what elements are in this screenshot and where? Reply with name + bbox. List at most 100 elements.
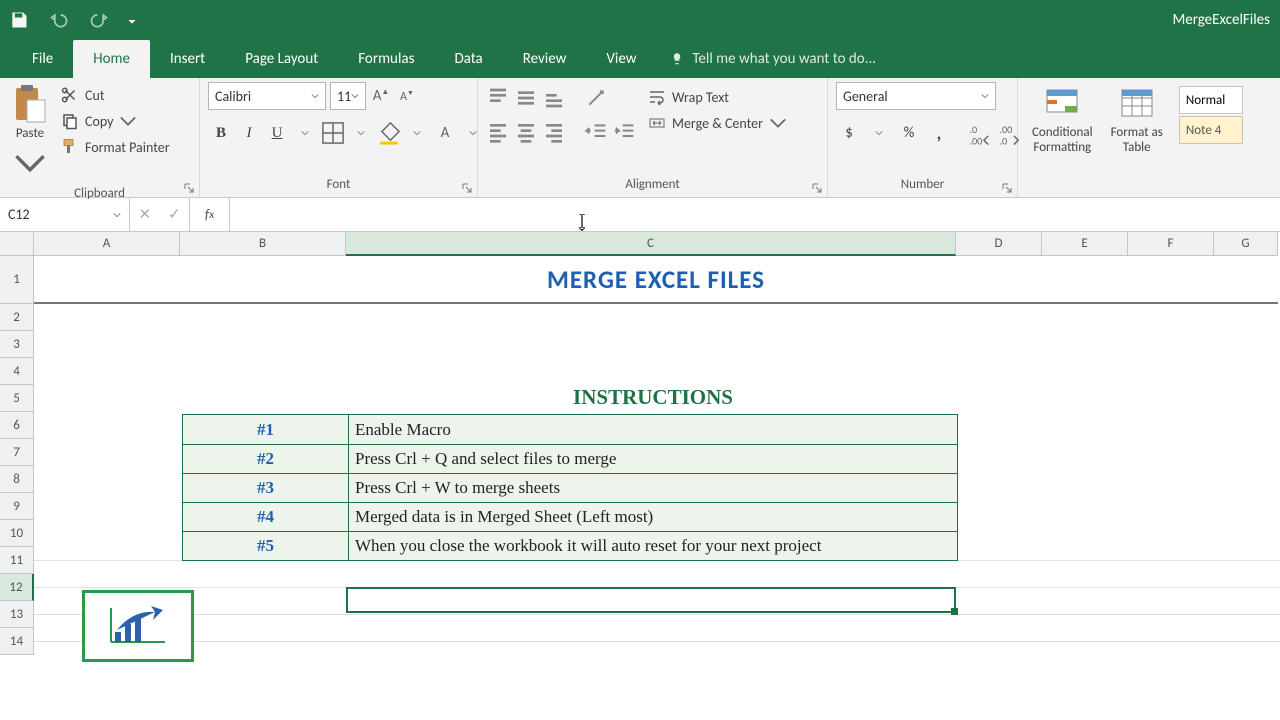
accounting-format-button[interactable]: $ [836,120,862,146]
copy-label: Copy [85,113,113,130]
col-header-f[interactable]: F [1128,232,1214,256]
clipboard-dialog-launcher[interactable] [183,180,195,192]
qat-customize-dropdown[interactable] [126,7,138,33]
copy-button[interactable]: Copy [58,110,173,132]
insert-function-button[interactable]: fx [190,198,230,231]
brush-icon [61,138,79,156]
italic-button[interactable]: I [236,120,262,146]
row-header-2[interactable]: 2 [0,304,34,331]
align-middle-button[interactable] [514,86,538,110]
tab-home[interactable]: Home [73,40,150,78]
align-bottom-button[interactable] [542,86,566,110]
conditional-formatting-button[interactable]: Conditional Formatting [1026,86,1099,156]
col-header-d[interactable]: D [956,232,1042,256]
number-dialog-launcher[interactable] [1001,180,1013,192]
row-header-9[interactable]: 9 [0,493,34,520]
tab-formulas[interactable]: Formulas [338,40,434,78]
font-size-combo[interactable]: 11 [330,82,366,110]
col-header-a[interactable]: A [34,232,180,256]
col-header-c[interactable]: C [346,232,956,256]
align-left-button[interactable] [486,120,510,144]
row-header-1[interactable]: 1 [0,256,34,304]
merge-center-button[interactable]: Merge & Center [648,114,787,132]
increase-decimal-button[interactable]: .0.00 [968,120,994,146]
row-header-4[interactable]: 4 [0,358,34,385]
comma-format-button[interactable]: , [926,120,952,146]
wrap-text-button[interactable]: Wrap Text [648,88,787,106]
format-as-table-button[interactable]: Format as Table [1105,86,1169,156]
tab-insert[interactable]: Insert [150,40,225,78]
cell-style-note4[interactable]: Note 4 [1179,116,1243,144]
decrease-indent-button[interactable] [584,120,608,144]
underline-dropdown[interactable] [292,120,318,146]
step-text: Enable Macro [349,415,957,444]
font-color-button[interactable]: A [432,120,458,146]
row-headers: 1 2 3 4 5 6 7 8 9 10 11 12 13 14 [0,256,34,655]
row-header-7[interactable]: 7 [0,439,34,466]
row-header-13[interactable]: 13 [0,601,34,628]
row-header-8[interactable]: 8 [0,466,34,493]
format-painter-button[interactable]: Format Painter [58,136,173,158]
select-all-corner[interactable] [0,232,34,256]
formula-input[interactable] [230,198,1280,231]
step-number: #2 [183,445,349,473]
borders-button[interactable] [320,120,346,146]
chart-arrow-icon [103,602,173,650]
row-header-11[interactable]: 11 [0,547,34,574]
increase-indent-button[interactable] [612,120,636,144]
align-right-button[interactable] [542,120,566,144]
orientation-button[interactable] [584,86,608,110]
borders-dropdown[interactable] [348,120,374,146]
tab-view[interactable]: View [586,40,656,78]
align-center-button[interactable] [514,120,538,144]
cut-button[interactable]: Cut [58,84,173,106]
conditional-formatting-label: Conditional Formatting [1032,126,1093,156]
group-label-clipboard: Clipboard [8,183,191,206]
step-number: #3 [183,474,349,502]
tell-me-search[interactable]: Tell me what you want to do... [656,40,890,78]
number-format-combo[interactable]: General [836,82,996,110]
col-header-b[interactable]: B [180,232,346,256]
increase-font-button[interactable]: A▲ [370,82,392,110]
table-row[interactable]: #1 Enable Macro [183,415,957,444]
format-painter-label: Format Painter [85,139,170,156]
decrease-font-button[interactable]: A▼ [396,82,418,110]
table-row[interactable]: #5 When you close the workbook it will a… [183,531,957,560]
redo-button[interactable] [86,7,112,33]
font-dialog-launcher[interactable] [461,180,473,192]
active-cell-selection[interactable] [346,587,956,613]
row-header-12[interactable]: 12 [0,574,34,601]
col-header-g[interactable]: G [1214,232,1278,256]
currency-dropdown[interactable] [866,120,892,146]
table-icon [1118,86,1156,124]
sheet-area[interactable]: MERGE EXCEL FILES INSTRUCTIONS #1 Enable… [34,256,1280,655]
fill-color-button[interactable] [376,120,402,146]
table-row[interactable]: #2 Press Crl + Q and select files to mer… [183,444,957,473]
save-button[interactable] [6,7,32,33]
tab-file[interactable]: File [12,40,73,78]
fill-handle[interactable] [951,608,958,615]
name-box-value: C12 [8,206,30,223]
fill-color-dropdown[interactable] [404,120,430,146]
row-header-10[interactable]: 10 [0,520,34,547]
menu-bar: File Home Insert Page Layout Formulas Da… [0,40,1280,78]
table-row[interactable]: #4 Merged data is in Merged Sheet (Left … [183,502,957,531]
tab-data[interactable]: Data [434,40,502,78]
row-header-14[interactable]: 14 [0,628,34,655]
align-top-button[interactable] [486,86,510,110]
tab-page-layout[interactable]: Page Layout [225,40,338,78]
col-header-e[interactable]: E [1042,232,1128,256]
row-header-6[interactable]: 6 [0,412,34,439]
row-header-3[interactable]: 3 [0,331,34,358]
bold-button[interactable]: B [208,120,234,146]
table-row[interactable]: #3 Press Crl + W to merge sheets [183,473,957,502]
row-header-5[interactable]: 5 [0,385,34,412]
percent-format-button[interactable]: % [896,120,922,146]
undo-button[interactable] [46,7,72,33]
font-name-combo[interactable]: Calibri [208,82,326,110]
tab-review[interactable]: Review [503,40,587,78]
underline-button[interactable]: U [264,120,290,146]
cell-style-normal[interactable]: Normal [1179,86,1243,114]
paste-button[interactable]: Paste [8,82,52,183]
alignment-dialog-launcher[interactable] [811,180,823,192]
